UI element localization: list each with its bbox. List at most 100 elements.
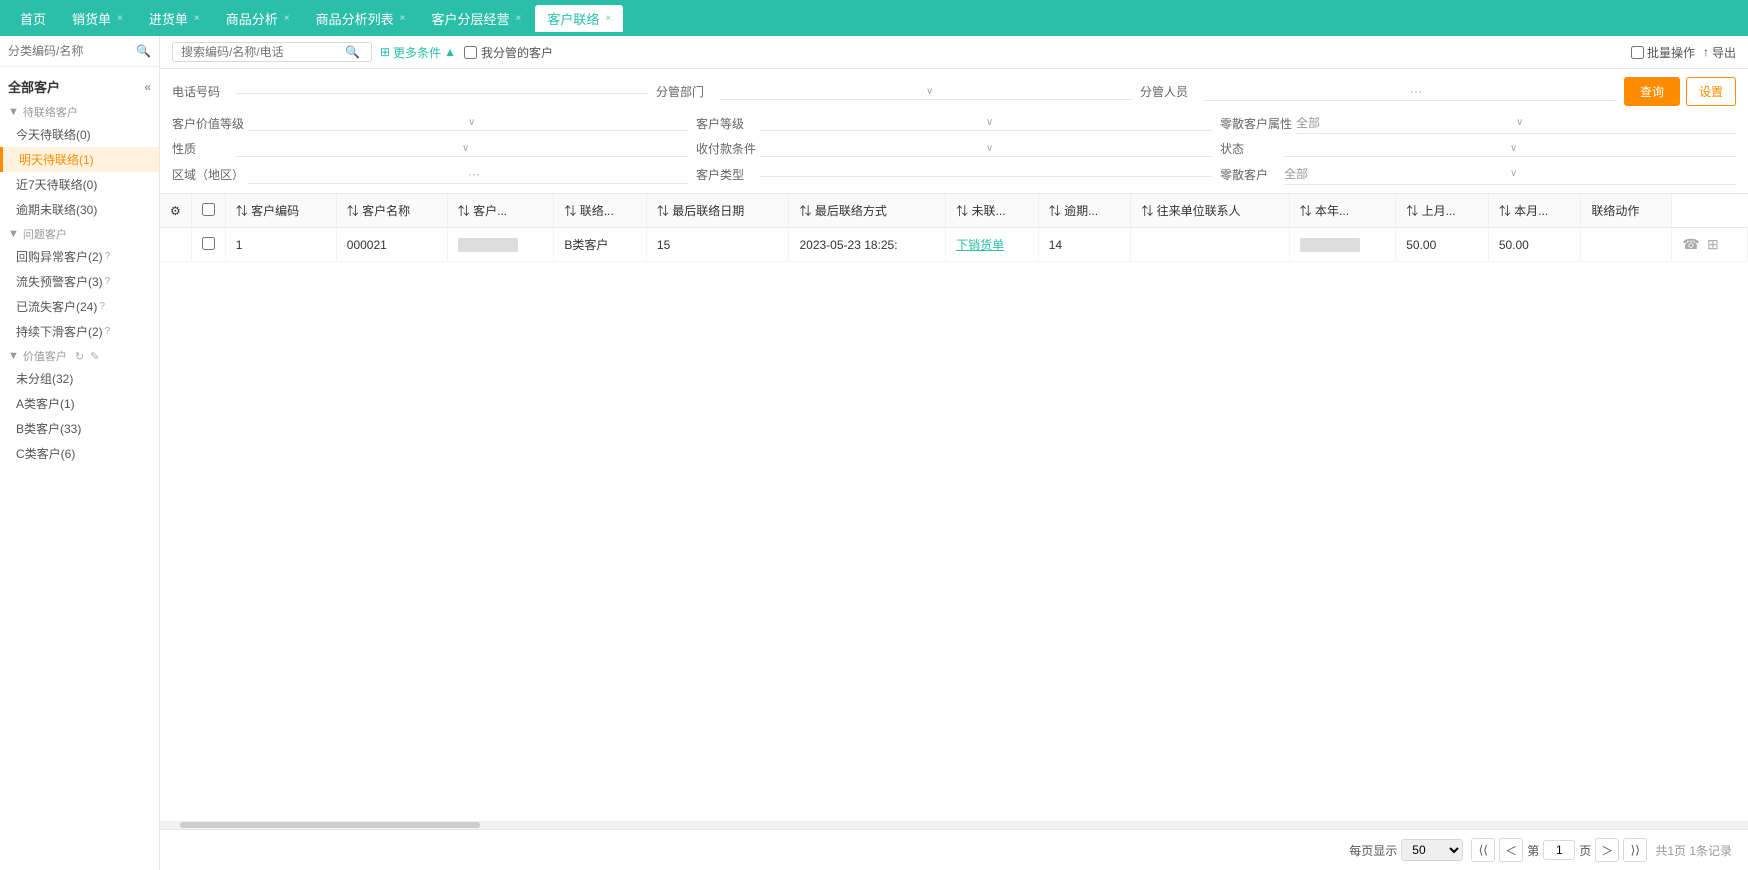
export-btn[interactable]: ↑ 导出 xyxy=(1703,44,1736,61)
value-refresh-icon[interactable]: ↻ xyxy=(75,350,84,363)
sidebar-search-input[interactable] xyxy=(8,44,132,58)
sidebar-item-7days[interactable]: 近7天待联络(0) xyxy=(0,172,159,197)
search-input-wrap: 🔍 xyxy=(172,42,372,62)
sidebar-item-c-class[interactable]: C类客户(6) xyxy=(0,441,159,466)
batch-checkbox[interactable] xyxy=(1631,46,1644,59)
export-label: 导出 xyxy=(1712,44,1736,61)
horizontal-scrollbar[interactable] xyxy=(160,821,1748,829)
filter-customer-value-select[interactable]: ∨ xyxy=(248,115,688,131)
value-edit-icon[interactable]: ✎ xyxy=(90,350,99,363)
col-gear-header[interactable]: ⚙ xyxy=(160,194,191,228)
col-checkbox-header[interactable] xyxy=(191,194,225,228)
sidebar-item-declining[interactable]: 持续下滑客户(2) ? xyxy=(0,319,159,344)
nav-home[interactable]: 首页 xyxy=(8,5,58,32)
row-gear xyxy=(160,228,191,262)
sidebar-item-churn-warning[interactable]: 流失预警客户(3) ? xyxy=(0,269,159,294)
nav-purchase-close[interactable]: × xyxy=(194,13,200,24)
nav-sales-close[interactable]: × xyxy=(117,13,123,24)
region-dots-icon: ··· xyxy=(468,167,688,181)
prev-page-btn[interactable]: ＜ xyxy=(1499,838,1523,862)
problem-group-label: 问题客户 xyxy=(23,226,67,242)
row-select-checkbox[interactable] xyxy=(202,237,215,250)
filter-retail-customer: 零散客户 全部 ∨ xyxy=(1220,163,1736,185)
sidebar-item-today[interactable]: 今天待联络(0) xyxy=(0,122,159,147)
row-checkbox[interactable] xyxy=(191,228,225,262)
select-all-checkbox[interactable] xyxy=(202,203,215,216)
row-number: 1 xyxy=(236,238,243,252)
filter-phone-label: 电话号码 xyxy=(172,83,232,100)
filter-dept-select[interactable]: ∨ xyxy=(720,84,1132,100)
filter-status-label: 状态 xyxy=(1220,140,1280,157)
search-icon[interactable]: 🔍 xyxy=(345,45,360,59)
churned-label: 已流失客户(24) xyxy=(16,298,97,315)
filter-manager-select[interactable]: ··· xyxy=(1204,82,1616,101)
export-icon: ↑ xyxy=(1703,45,1709,59)
row-last-contact-method-link[interactable]: 下销货单 xyxy=(956,238,1004,252)
nav-customer-layered[interactable]: 客户分层经营 × xyxy=(419,5,533,32)
sidebar-item-tomorrow[interactable]: 明天待联络(1) xyxy=(0,147,159,172)
filter-retail-customer-select[interactable]: 全部 ∨ xyxy=(1284,163,1736,185)
nav-purchase-order[interactable]: 进货单 × xyxy=(137,5,212,32)
col-uncontacted-label: 未联... xyxy=(972,204,1006,218)
nav-product-analysis[interactable]: 商品分析 × xyxy=(214,5,302,32)
sidebar-item-tomorrow-label: 明天待联络(1) xyxy=(19,151,94,168)
nav-product-analysis-list-close[interactable]: × xyxy=(400,13,406,24)
sidebar-item-b-class[interactable]: B类客户(33) xyxy=(0,416,159,441)
nav-sales-order[interactable]: 销货单 × xyxy=(60,5,135,32)
sidebar-collapse-btn[interactable]: « xyxy=(144,80,151,94)
sort-icon-year: ⇅ xyxy=(1300,204,1312,218)
filter-customer-grade-select[interactable]: ∨ xyxy=(760,115,1212,131)
col-action-label: 联络动作 xyxy=(1591,204,1639,218)
row-action-phone-icon[interactable]: ☎ xyxy=(1682,236,1699,252)
my-customers-toggle[interactable]: 我分管的客户 xyxy=(464,44,553,61)
sidebar-item-ungrouped[interactable]: 未分组(32) xyxy=(0,366,159,391)
my-customers-checkbox[interactable] xyxy=(464,46,477,59)
value-arrow: ▼ xyxy=(8,350,19,362)
sidebar-item-churned[interactable]: 已流失客户(24) ? xyxy=(0,294,159,319)
sidebar-item-a-class[interactable]: A类客户(1) xyxy=(0,391,159,416)
nav-product-analysis-close[interactable]: × xyxy=(284,13,290,24)
page-number-input[interactable] xyxy=(1543,840,1575,860)
filter-gender-select[interactable]: ∨ xyxy=(236,141,688,157)
col-this-year-label: 本年... xyxy=(1315,204,1349,218)
first-page-btn[interactable]: ⟨⟨ xyxy=(1471,838,1495,862)
batch-ops-btn[interactable]: 批量操作 xyxy=(1631,44,1695,61)
search-input[interactable] xyxy=(181,45,341,59)
sidebar-item-overdue[interactable]: 逾期未联络(30) xyxy=(0,197,159,222)
page-size-select[interactable]: 50 xyxy=(1401,839,1463,861)
last-page-btn[interactable]: ⟩⟩ xyxy=(1623,838,1647,862)
nav-product-analysis-list[interactable]: 商品分析列表 × xyxy=(304,5,418,32)
c-class-label: C类客户(6) xyxy=(16,445,75,462)
settings-button[interactable]: 设置 xyxy=(1686,77,1736,106)
nav-customer-layered-close[interactable]: × xyxy=(515,13,521,24)
col-contact-header: ⇅ 联络... xyxy=(554,194,647,228)
filter-retail-attr-label: 零散客户属性 xyxy=(1220,115,1292,132)
sidebar-search-icon[interactable]: 🔍 xyxy=(136,44,151,58)
filter-phone-input[interactable] xyxy=(236,89,648,94)
filter-customer-type-select[interactable] xyxy=(760,172,1212,177)
b-class-label: B类客户(33) xyxy=(16,420,81,437)
filter-payment-select[interactable]: ∨ xyxy=(760,141,1212,157)
row-action-more-icon[interactable]: ⊞ xyxy=(1707,236,1719,252)
row-last-contact-method: 下销货单 xyxy=(946,228,1039,262)
filter-retail-attr-select[interactable]: 全部 ∨ xyxy=(1296,112,1736,134)
sidebar-all-customers[interactable]: 全部客户 « xyxy=(0,73,159,100)
filter-status-select[interactable]: ∨ xyxy=(1284,141,1736,157)
col-last-month-header: ⇅ 上月... xyxy=(1396,194,1489,228)
row-contact-count: 15 xyxy=(646,228,789,262)
more-conditions-btn[interactable]: ⊞ 更多条件 ▲ xyxy=(380,44,456,61)
sidebar-search-wrap: 🔍 xyxy=(0,36,159,67)
filter-customer-value-label: 客户价值等级 xyxy=(172,115,244,132)
filter-region-select[interactable]: ··· xyxy=(248,165,688,184)
retail-attr-arrow: ∨ xyxy=(1516,117,1736,128)
sidebar-problem-group: ▼ 问题客户 xyxy=(0,222,159,244)
my-customers-label: 我分管的客户 xyxy=(481,44,553,61)
nav-customer-contact-close[interactable]: × xyxy=(605,13,611,24)
sidebar-item-overdue-label: 逾期未联络(30) xyxy=(16,201,97,218)
scrollbar-thumb[interactable] xyxy=(180,822,480,828)
row-this-year: 50.00 xyxy=(1396,228,1489,262)
sidebar-item-repurchase-abnormal[interactable]: 回购异常客户(2) ? xyxy=(0,244,159,269)
nav-customer-contact[interactable]: 客户联络 × xyxy=(535,5,623,32)
next-page-btn[interactable]: ＞ xyxy=(1595,838,1619,862)
query-button[interactable]: 查询 xyxy=(1624,77,1680,106)
